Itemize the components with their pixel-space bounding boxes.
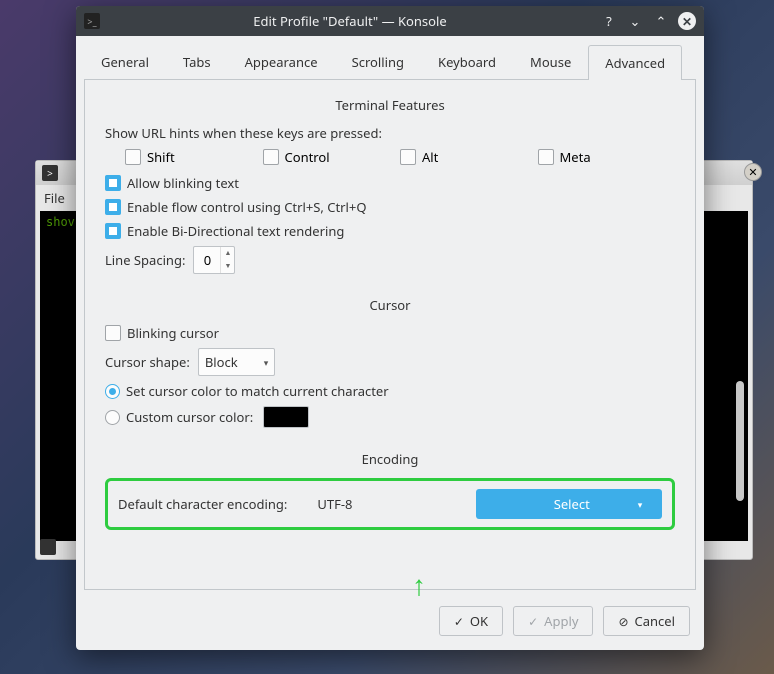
checkbox-blinking-cursor[interactable]: [105, 325, 121, 341]
titlebar[interactable]: >_ Edit Profile "Default" — Konsole ? ⌄ …: [76, 6, 704, 36]
tab-scrolling[interactable]: Scrolling: [335, 44, 421, 79]
encoding-label: Default character encoding:: [118, 495, 287, 513]
bg-scrollbar[interactable]: [736, 381, 744, 501]
terminal-icon: >: [42, 165, 58, 181]
maximize-icon[interactable]: ⌃: [652, 12, 670, 30]
label-allow-blinking: Allow blinking text: [127, 174, 239, 192]
tab-keyboard[interactable]: Keyboard: [421, 44, 513, 79]
encoding-value: UTF-8: [317, 495, 476, 513]
spin-up-icon[interactable]: ▲: [221, 247, 234, 260]
cursor-shape-combo[interactable]: Block ▾: [198, 348, 275, 376]
checkbox-control[interactable]: [263, 149, 279, 165]
window-title: Edit Profile "Default" — Konsole: [108, 12, 592, 30]
section-encoding: Encoding: [105, 450, 675, 468]
spin-down-icon[interactable]: ▼: [221, 260, 234, 273]
encoding-highlight-box: Default character encoding: UTF-8 Select…: [105, 478, 675, 530]
help-icon[interactable]: ?: [600, 12, 618, 30]
cursor-shape-label: Cursor shape:: [105, 353, 190, 371]
chevron-down-icon: ▾: [264, 356, 269, 369]
tab-bar: General Tabs Appearance Scrolling Keyboa…: [84, 44, 696, 80]
cancel-icon: ⊘: [618, 613, 628, 630]
radio-cursor-match[interactable]: [105, 384, 120, 399]
url-hints-label: Show URL hints when these keys are press…: [105, 124, 382, 142]
tab-general[interactable]: General: [84, 44, 166, 79]
tab-appearance[interactable]: Appearance: [228, 44, 335, 79]
terminal-icon: >_: [84, 13, 100, 29]
apply-button-label: Apply: [544, 612, 578, 630]
checkbox-bidi[interactable]: [105, 223, 121, 239]
check-icon: ✓: [528, 613, 538, 630]
tab-mouse[interactable]: Mouse: [513, 44, 588, 79]
line-spacing-label: Line Spacing:: [105, 251, 185, 269]
checkbox-allow-blinking[interactable]: [105, 175, 121, 191]
label-blinking-cursor: Blinking cursor: [127, 324, 219, 342]
label-cursor-match: Set cursor color to match current charac…: [126, 382, 389, 400]
dialog-button-bar: ✓ OK ✓ Apply ⊘ Cancel: [76, 598, 704, 650]
minimize-icon[interactable]: ⌄: [626, 12, 644, 30]
apply-button: ✓ Apply: [513, 606, 593, 636]
edit-profile-dialog: >_ Edit Profile "Default" — Konsole ? ⌄ …: [76, 6, 704, 650]
line-spacing-spinbox[interactable]: ▲▼: [193, 246, 235, 274]
encoding-select-button[interactable]: Select ▾: [476, 489, 662, 519]
ok-button[interactable]: ✓ OK: [439, 606, 503, 636]
label-alt: Alt: [422, 148, 438, 166]
line-spacing-input[interactable]: [194, 247, 220, 273]
checkbox-alt[interactable]: [400, 149, 416, 165]
section-cursor: Cursor: [105, 296, 675, 314]
label-bidi: Enable Bi-Directional text rendering: [127, 222, 344, 240]
label-flow-control: Enable flow control using Ctrl+S, Ctrl+Q: [127, 198, 367, 216]
chevron-down-icon: ▾: [638, 498, 643, 511]
ok-button-label: OK: [470, 612, 488, 630]
radio-cursor-custom[interactable]: [105, 410, 120, 425]
label-meta: Meta: [560, 148, 591, 166]
cursor-color-swatch[interactable]: [263, 406, 309, 428]
cursor-shape-value: Block: [205, 353, 238, 371]
section-terminal-features: Terminal Features: [105, 96, 675, 114]
check-icon: ✓: [454, 613, 464, 630]
checkbox-flow-control[interactable]: [105, 199, 121, 215]
checkbox-shift[interactable]: [125, 149, 141, 165]
label-cursor-custom: Custom cursor color:: [126, 408, 253, 426]
label-control: Control: [285, 148, 330, 166]
tab-tabs[interactable]: Tabs: [166, 44, 228, 79]
terminal-icon: [40, 539, 56, 555]
cancel-button[interactable]: ⊘ Cancel: [603, 606, 690, 636]
label-shift: Shift: [147, 148, 175, 166]
encoding-select-label: Select: [554, 495, 590, 513]
tab-content: Terminal Features Show URL hints when th…: [84, 80, 696, 590]
tab-advanced[interactable]: Advanced: [588, 45, 682, 80]
close-icon[interactable]: ✕: [678, 12, 696, 30]
cancel-button-label: Cancel: [635, 612, 675, 630]
checkbox-meta[interactable]: [538, 149, 554, 165]
bg-close-icon[interactable]: ✕: [744, 163, 762, 181]
